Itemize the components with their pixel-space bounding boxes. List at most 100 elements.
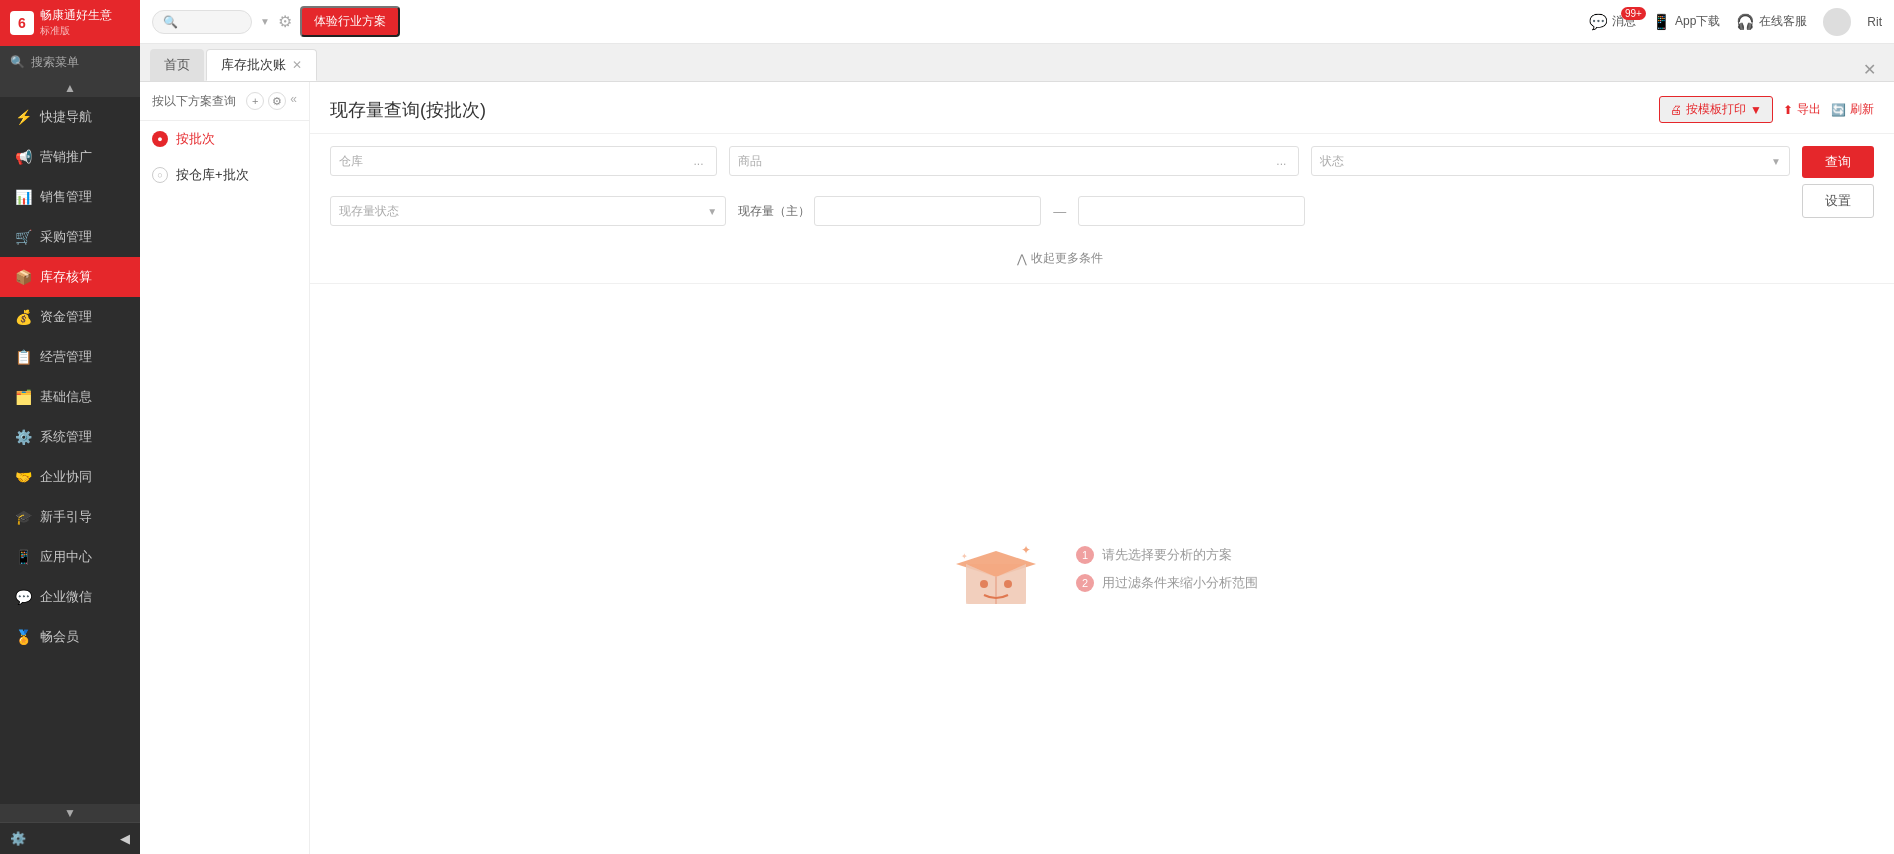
export-icon: ⬆ (1783, 103, 1793, 117)
scheme-dot-warehouse: ○ (152, 167, 168, 183)
inventory-qty-max[interactable] (1078, 196, 1305, 226)
sidebar-item-purchase[interactable]: 🛒采购管理 (0, 217, 140, 257)
basics-icon: 🗂️ (14, 388, 32, 406)
query-btn[interactable]: 查询 (1802, 146, 1874, 178)
tab-inventory-batch[interactable]: 库存批次账 ✕ (206, 49, 317, 81)
collapse-filters-btn[interactable]: ⋀ 收起更多条件 (330, 246, 1790, 271)
sidebar-item-label: 快捷导航 (40, 108, 92, 126)
scheme-dot-batch: ● (152, 131, 168, 147)
warehouse-more-btn[interactable]: ... (690, 154, 708, 168)
settings-btn[interactable]: 设置 (1802, 184, 1874, 218)
wechat-icon: 💬 (14, 588, 32, 606)
add-scheme-btn[interactable]: + (246, 92, 264, 110)
sidebar-item-inventory[interactable]: 📦库存核算 (0, 257, 140, 297)
sidebar-item-enterprise[interactable]: 🤝 企业协同 (0, 457, 140, 497)
inventory-qty-dash: — (1045, 204, 1074, 219)
topbar: 🔍 ▼ ⚙ 体验行业方案 💬 消息 99+ 📱 App下载 🎧 在线客服 Rit (140, 0, 1894, 44)
messages-action[interactable]: 💬 消息 99+ (1589, 13, 1636, 31)
app-download-action[interactable]: 📱 App下载 (1652, 13, 1720, 31)
online-service-action[interactable]: 🎧 在线客服 (1736, 13, 1807, 31)
scheme-item-warehouse-batch[interactable]: ○ 按仓库+批次 (140, 157, 309, 193)
sidebar-header: 6 畅康通好生意 标准版 (0, 0, 140, 46)
refresh-icon: 🔄 (1831, 103, 1846, 117)
sidebar-scroll-down[interactable]: ▼ (0, 804, 140, 822)
sidebar-item-quick-nav[interactable]: ⚡ 快捷导航 (0, 97, 140, 137)
enterprise-icon: 🤝 (14, 468, 32, 486)
topbar-actions: 💬 消息 99+ 📱 App下载 🎧 在线客服 Rit (1589, 8, 1882, 36)
scheme-header-label: 按以下方案查询 (152, 93, 236, 110)
sidebar-item-operations[interactable]: 📋经营管理 (0, 337, 140, 377)
experience-btn[interactable]: 体验行业方案 (300, 6, 400, 37)
sidebar-item-basics[interactable]: 🗂️基础信息 (0, 377, 140, 417)
system-icon: ⚙️ (14, 428, 32, 446)
topbar-search[interactable]: 🔍 (152, 10, 252, 34)
sidebar-item-member[interactable]: 🏅畅会员 (0, 617, 140, 657)
product-more-btn[interactable]: ... (1272, 154, 1290, 168)
operations-icon: 📋 (14, 348, 32, 366)
sidebar-item-label: 采购管理 (40, 228, 92, 246)
scheme-settings-btn[interactable]: ⚙ (268, 92, 286, 110)
print-btn[interactable]: 🖨 按模板打印 ▼ (1659, 96, 1773, 123)
warehouse-label: 仓库 (339, 153, 690, 170)
service-label: 在线客服 (1759, 13, 1807, 30)
inventory-status-filter[interactable]: 现存量状态 ▼ (330, 196, 726, 226)
svg-point-4 (980, 580, 988, 588)
member-icon: 🏅 (14, 628, 32, 646)
inventory-status-label: 现存量状态 (339, 203, 707, 220)
empty-illustration: ✦ ✦ (946, 519, 1046, 619)
sidebar-item-label: 营销推广 (40, 148, 92, 166)
search-icon: 🔍 (163, 15, 178, 29)
search-icon: 🔍 (10, 55, 25, 69)
search-menu-label: 搜索菜单 (31, 54, 79, 71)
sidebar-item-marketing[interactable]: 📢营销推广 (0, 137, 140, 177)
message-icon: 💬 (1589, 13, 1608, 31)
inventory-qty-label: 现存量（主） (738, 203, 810, 220)
username-label[interactable]: Rit (1867, 15, 1882, 29)
app-center-icon: 📱 (14, 548, 32, 566)
main-area: 🔍 ▼ ⚙ 体验行业方案 💬 消息 99+ 📱 App下载 🎧 在线客服 Rit (140, 0, 1894, 854)
scheme-header: 按以下方案查询 + ⚙ « (140, 82, 309, 121)
tab-close-icon[interactable]: ✕ (292, 58, 302, 72)
refresh-btn[interactable]: 🔄 刷新 (1831, 101, 1874, 118)
sidebar-item-system[interactable]: ⚙️系统管理 (0, 417, 140, 457)
sidebar: 6 畅康通好生意 标准版 🔍 搜索菜单 ▲ ⚡ 快捷导航 📢营销推广📊销售管理🛒采购… (0, 0, 140, 854)
settings-icon[interactable]: ⚙️ (10, 831, 26, 846)
product-label: 商品 (738, 153, 1273, 170)
hint-text-1: 请先选择要分析的方案 (1102, 546, 1232, 564)
sidebar-scroll-up[interactable]: ▲ (0, 79, 140, 97)
inventory-qty-min[interactable] (814, 196, 1041, 226)
scheme-header-actions: + ⚙ « (246, 92, 297, 110)
empty-state: ✦ ✦ 1 请先选择要分析的方案 2 用过滤条件来缩小分析范围 (310, 284, 1894, 854)
status-filter[interactable]: 状态 ▼ (1311, 146, 1790, 176)
hint-num-1: 1 (1076, 546, 1094, 564)
toggle-sidebar-icon[interactable]: ◀ (120, 831, 130, 846)
svg-point-5 (1004, 580, 1012, 588)
sidebar-item-sales[interactable]: 📊销售管理 (0, 177, 140, 217)
panel-close-icon[interactable]: ✕ (1855, 60, 1884, 79)
app-icon: 📱 (1652, 13, 1671, 31)
sidebar-item-label: 企业协同 (40, 468, 92, 486)
sidebar-footer: ⚙️ ◀ (0, 822, 140, 854)
svg-text:✦: ✦ (961, 552, 968, 561)
scheme-item-batch[interactable]: ● 按批次 (140, 121, 309, 157)
user-avatar[interactable] (1823, 8, 1851, 36)
sidebar-item-label: 库存核算 (40, 268, 92, 286)
export-btn[interactable]: ⬆ 导出 (1783, 101, 1821, 118)
sidebar-item-app-center[interactable]: 📱应用中心 (0, 537, 140, 577)
page-title: 现存量查询(按批次) (330, 98, 486, 122)
sidebar-item-finance[interactable]: 💰资金管理 (0, 297, 140, 337)
plus-icon: + (252, 95, 258, 107)
tab-home[interactable]: 首页 (150, 49, 204, 81)
product-filter[interactable]: 商品 ... (729, 146, 1300, 176)
sidebar-item-wechat[interactable]: 💬企业微信 (0, 577, 140, 617)
sidebar-item-guide[interactable]: 🎓新手引导 (0, 497, 140, 537)
status-label: 状态 (1320, 153, 1771, 170)
scheme-collapse-btn[interactable]: « (290, 92, 297, 110)
topbar-dropdown-icon[interactable]: ▼ (260, 16, 270, 27)
topbar-gear-icon[interactable]: ⚙ (278, 12, 292, 31)
warehouse-filter[interactable]: 仓库 ... (330, 146, 717, 176)
quick-nav-icon: ⚡ (14, 108, 32, 126)
sales-icon: 📊 (14, 188, 32, 206)
scheme-list: ● 按批次 ○ 按仓库+批次 (140, 121, 309, 854)
search-menu-button[interactable]: 🔍 搜索菜单 (0, 46, 140, 79)
